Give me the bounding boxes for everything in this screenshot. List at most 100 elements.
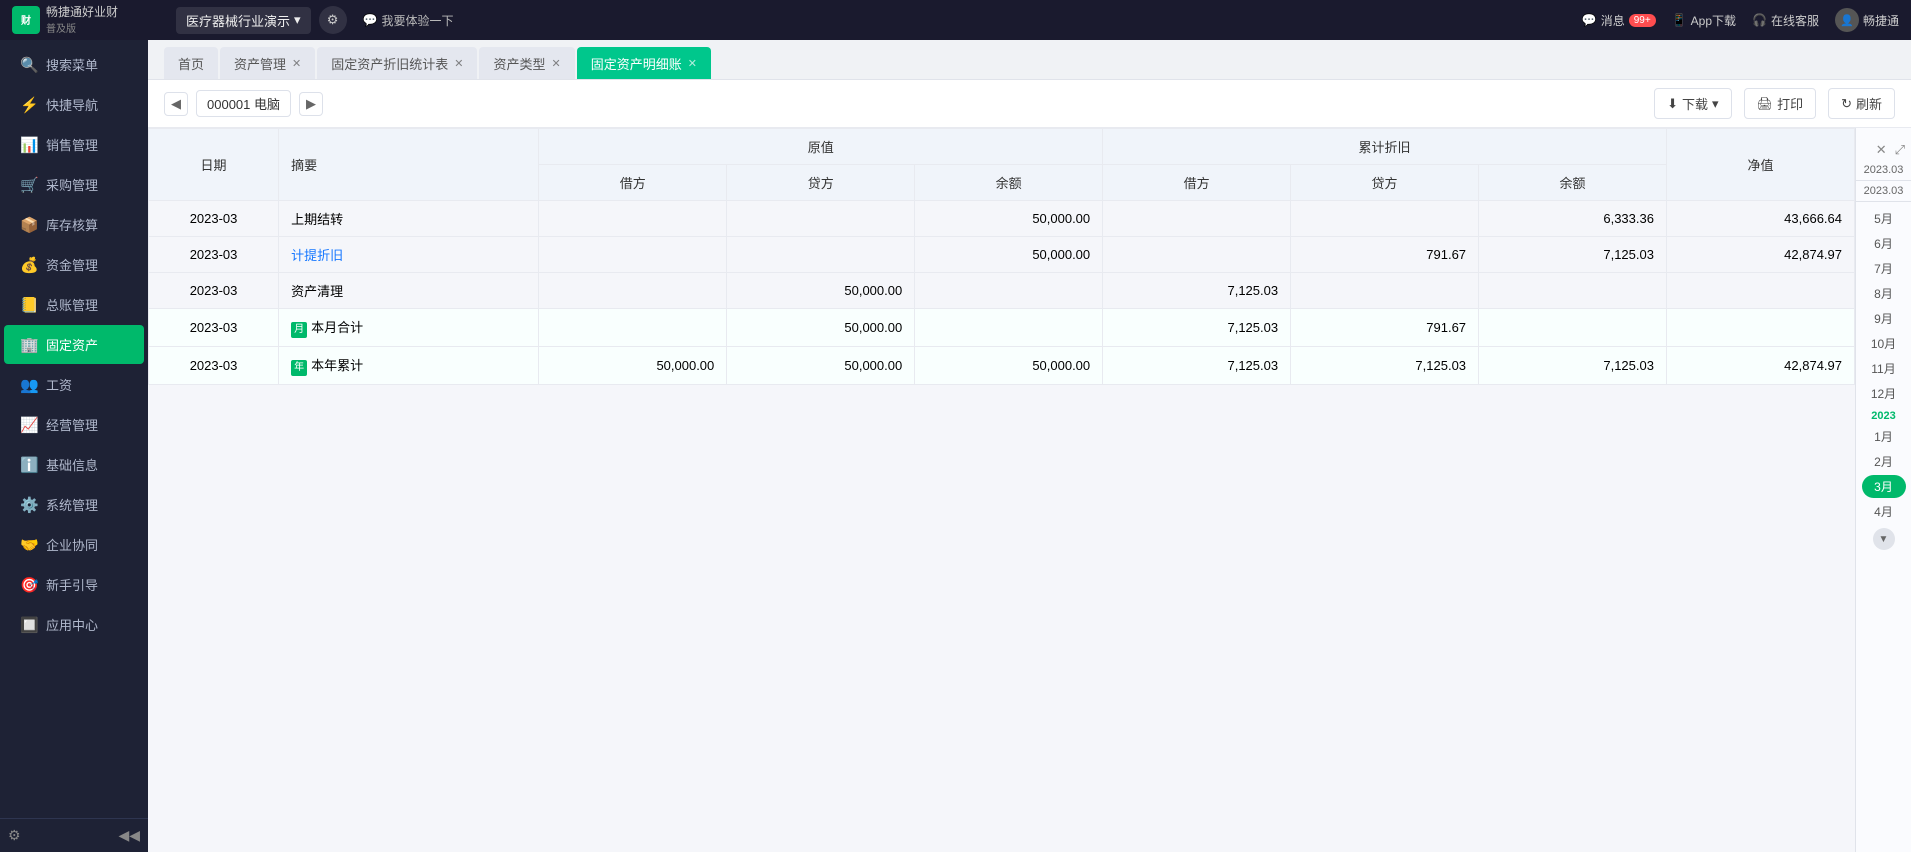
tab-depreciation-table[interactable]: 固定资产折旧统计表 ✕ <box>317 47 477 79</box>
tab-depreciation-close[interactable]: ✕ <box>454 57 463 70</box>
tab-asset-mgmt-label: 资产管理 <box>234 54 286 73</box>
col-header-orig-credit: 贷方 <box>727 165 915 201</box>
ledger-icon: 📒 <box>20 296 38 314</box>
cell-net-value <box>1666 309 1854 347</box>
tab-asset-detail-close[interactable]: ✕ <box>688 57 697 70</box>
cell-summary: 月本月合计 <box>279 309 539 347</box>
cell-date: 2023-03 <box>149 309 279 347</box>
messages-label: 消息 <box>1601 12 1625 29</box>
header-middle: 医疗器械行业演示 ▾ ⚙ 💬 我要体验一下 <box>160 6 1582 34</box>
sidebar-item-payroll[interactable]: 👥 工资 <box>4 365 144 404</box>
sidebar-label-search: 搜索菜单 <box>46 55 98 74</box>
download-button[interactable]: ⬇ 下载 ▾ <box>1654 88 1731 119</box>
summary-link[interactable]: 计提折旧 <box>291 248 343 263</box>
month-2023-1[interactable]: 1月 <box>1862 425 1906 448</box>
tab-home[interactable]: 首页 <box>164 47 218 79</box>
right-panel: ✕ ⤢ 2023.03 2023.03 5月 6月 7月 8月 9月 10月 1… <box>1855 128 1911 852</box>
company-selector[interactable]: 医疗器械行业演示 ▾ <box>176 7 311 34</box>
finance-icon: 💰 <box>20 256 38 274</box>
month-item-12[interactable]: 12月 <box>1862 382 1906 405</box>
sidebar-item-finance[interactable]: 💰 资金管理 <box>4 245 144 284</box>
download-btn-icon: ⬇ <box>1667 96 1678 112</box>
table-wrapper: 日期 摘要 原值 累计折旧 净值 借方 贷方 余额 借方 贷方 余额 <box>148 128 1911 852</box>
messages-badge: 99+ <box>1629 14 1656 27</box>
cell-accum-debit <box>1103 201 1291 237</box>
tab-asset-type-close[interactable]: ✕ <box>552 57 561 70</box>
cell-accum-credit <box>1291 201 1479 237</box>
sidebar-item-app-center[interactable]: 🔲 应用中心 <box>4 605 144 644</box>
cell-accum-debit <box>1103 237 1291 273</box>
year-summary-icon: 年 <box>291 360 307 376</box>
experience-button[interactable]: 💬 我要体验一下 <box>363 12 454 29</box>
customer-service-button[interactable]: 🎧 在线客服 <box>1752 12 1819 29</box>
payroll-icon: 👥 <box>20 376 38 394</box>
month-item-9[interactable]: 9月 <box>1862 307 1906 330</box>
sidebar-item-operations[interactable]: 📈 经营管理 <box>4 405 144 444</box>
sidebar-label-ledger: 总账管理 <box>46 295 98 314</box>
cell-orig-balance: 50,000.00 <box>915 237 1103 273</box>
panel-close-button[interactable]: ✕ <box>1874 140 1889 160</box>
avatar: 👤 <box>1835 8 1859 32</box>
tab-asset-mgmt-close[interactable]: ✕ <box>292 57 301 70</box>
sidebar-item-cooperation[interactable]: 🤝 企业协同 <box>4 525 144 564</box>
toolbar-area: ◀ 000001 电脑 ▶ ⬇ 下载 ▾ 🖨 打印 ↻ 刷新 <box>148 80 1911 128</box>
collapse-sidebar-icon[interactable]: ◀◀ <box>118 827 140 844</box>
sidebar-item-fixed-assets[interactable]: 🏢 固定资产 <box>4 325 144 364</box>
user-avatar-area[interactable]: 👤 畅捷通 <box>1835 8 1899 32</box>
tab-asset-detail[interactable]: 固定资产明细账 ✕ <box>577 47 711 79</box>
settings-button[interactable]: ⚙ <box>319 6 347 34</box>
print-button[interactable]: 🖨 打印 <box>1744 88 1817 119</box>
sidebar-item-ledger[interactable]: 📒 总账管理 <box>4 285 144 324</box>
month-2023-4[interactable]: 4月 <box>1862 500 1906 523</box>
month-item-5[interactable]: 5月 <box>1862 207 1906 230</box>
cell-net-value: 43,666.64 <box>1666 201 1854 237</box>
messages-button[interactable]: 💬 消息 99+ <box>1582 12 1656 29</box>
col-header-accum-credit: 贷方 <box>1291 165 1479 201</box>
month-item-7[interactable]: 7月 <box>1862 257 1906 280</box>
refresh-button[interactable]: ↻ 刷新 <box>1828 88 1895 119</box>
purchase-icon: 🛒 <box>20 176 38 194</box>
col-header-accum-balance: 余额 <box>1479 165 1667 201</box>
next-asset-button[interactable]: ▶ <box>299 92 323 116</box>
table-row: 2023-03 上期结转 50,000.00 6,333.36 43,666.6… <box>149 201 1855 237</box>
cell-summary: 计提折旧 <box>279 237 539 273</box>
month-item-8[interactable]: 8月 <box>1862 282 1906 305</box>
sidebar-scroll: 🔍 搜索菜单 ⚡ 快捷导航 📊 销售管理 🛒 采购管理 📦 库存核算 💰 <box>0 40 148 818</box>
service-icon: 🎧 <box>1752 13 1767 27</box>
sidebar-item-sales[interactable]: 📊 销售管理 <box>4 125 144 164</box>
cell-orig-debit <box>539 273 727 309</box>
tab-asset-detail-label: 固定资产明细账 <box>591 54 682 73</box>
app-download-button[interactable]: 📱 App下载 <box>1672 12 1736 29</box>
sidebar-item-system[interactable]: ⚙️ 系统管理 <box>4 485 144 524</box>
month-item-10[interactable]: 10月 <box>1862 332 1906 355</box>
scroll-down-button[interactable]: ▼ <box>1873 528 1895 550</box>
sidebar-item-purchase[interactable]: 🛒 采购管理 <box>4 165 144 204</box>
operations-icon: 📈 <box>20 416 38 434</box>
sidebar-label-sales: 销售管理 <box>46 135 98 154</box>
settings-bottom-icon[interactable]: ⚙ <box>8 827 21 844</box>
month-2023-2[interactable]: 2月 <box>1862 450 1906 473</box>
cell-accum-debit: 7,125.03 <box>1103 347 1291 385</box>
panel-expand-button[interactable]: ⤢ <box>1893 140 1907 160</box>
customer-service-label: 在线客服 <box>1771 12 1819 29</box>
month-item-6[interactable]: 6月 <box>1862 232 1906 255</box>
sidebar-item-quick-nav[interactable]: ⚡ 快捷导航 <box>4 85 144 124</box>
col-header-accum-depreciation: 累计折旧 <box>1103 129 1667 165</box>
month-item-11[interactable]: 11月 <box>1862 357 1906 380</box>
sidebar-bottom: ⚙ ◀◀ <box>0 818 148 852</box>
username-label: 畅捷通 <box>1863 12 1899 29</box>
sidebar-item-guide[interactable]: 🎯 新手引导 <box>4 565 144 604</box>
tab-asset-type[interactable]: 资产类型 ✕ <box>479 47 574 79</box>
sidebar-item-inventory[interactable]: 📦 库存核算 <box>4 205 144 244</box>
sidebar-item-basic-info[interactable]: ℹ️ 基础信息 <box>4 445 144 484</box>
tab-asset-mgmt[interactable]: 资产管理 ✕ <box>220 47 315 79</box>
experience-label: 我要体验一下 <box>382 12 454 29</box>
company-name: 医疗器械行业演示 <box>186 11 290 30</box>
month-2023-3[interactable]: 3月 <box>1862 475 1906 498</box>
cell-accum-balance: 7,125.03 <box>1479 237 1667 273</box>
table-row: 2023-03 月本月合计 50,000.00 7,125.03 791.67 <box>149 309 1855 347</box>
sidebar-item-search[interactable]: 🔍 搜索菜单 <box>4 45 144 84</box>
prev-asset-button[interactable]: ◀ <box>164 92 188 116</box>
sidebar-label-system: 系统管理 <box>46 495 98 514</box>
cell-accum-debit: 7,125.03 <box>1103 273 1291 309</box>
